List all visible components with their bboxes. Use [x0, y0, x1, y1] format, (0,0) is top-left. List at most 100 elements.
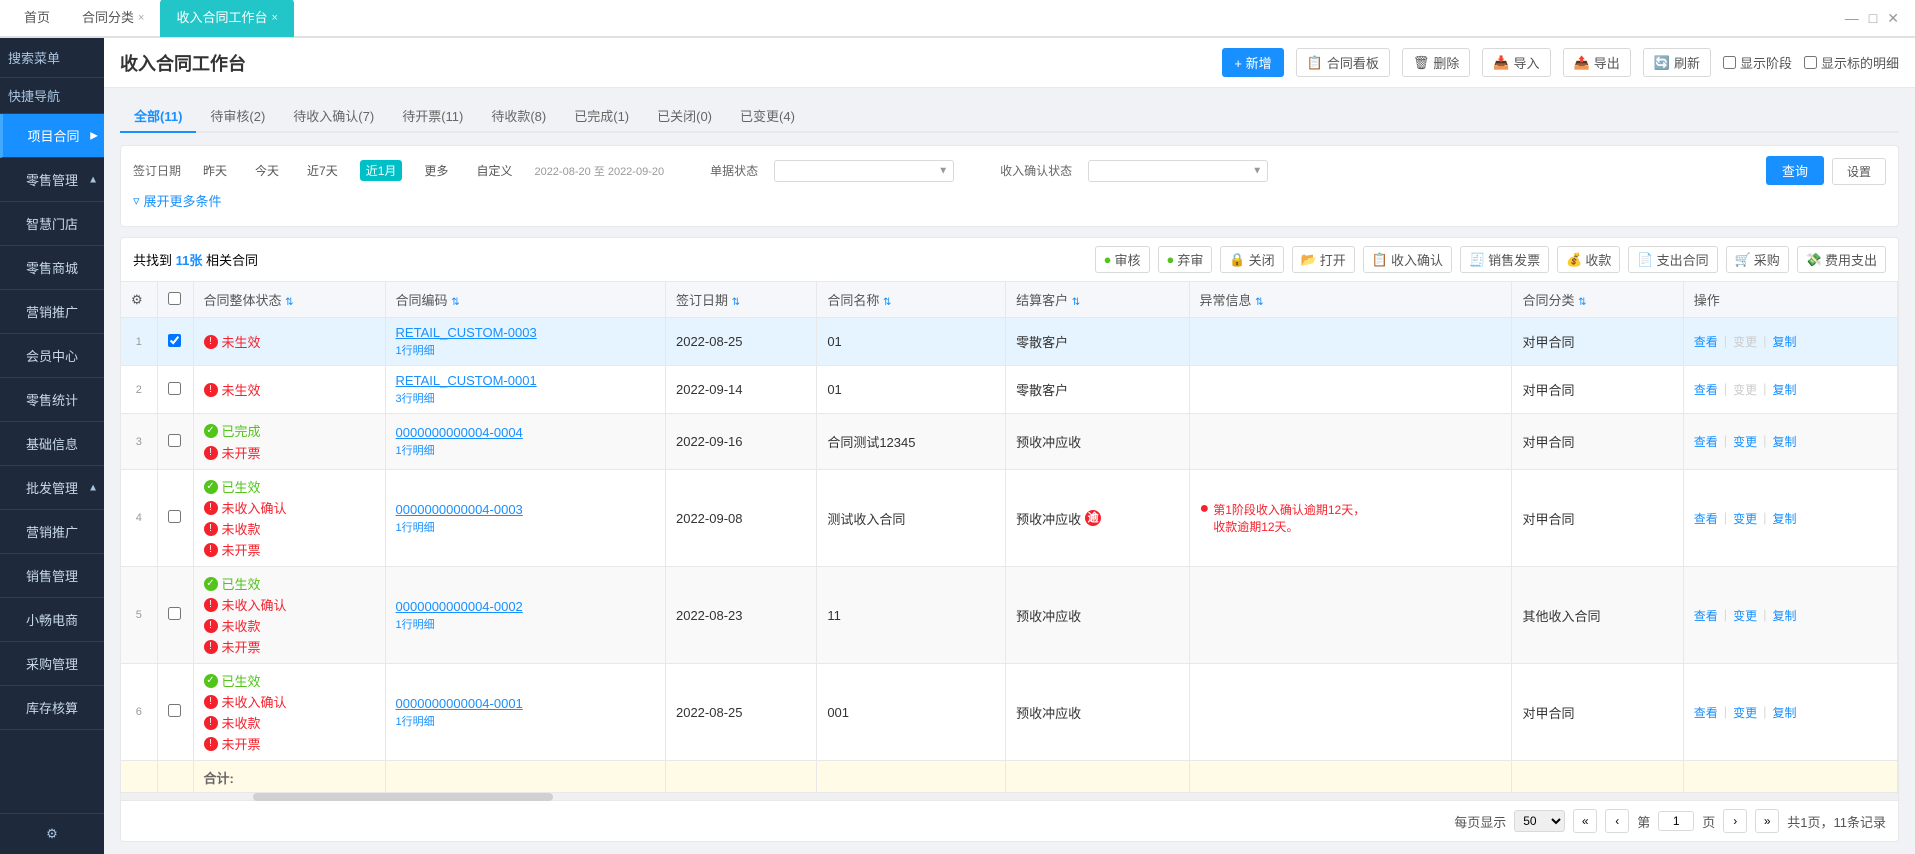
btn-export[interactable]: 📤 导出	[1563, 48, 1631, 77]
income-confirm-select[interactable]	[1088, 160, 1268, 182]
action-copy[interactable]: 复制	[1773, 607, 1797, 624]
date-btn-more[interactable]: 更多	[418, 160, 454, 181]
btn-refresh[interactable]: 🔄 刷新	[1643, 48, 1711, 77]
date-btn-today[interactable]: 今天	[249, 160, 285, 181]
action-change[interactable]: 变更	[1733, 607, 1757, 624]
sidebar-item-marketing2[interactable]: 营销推广	[0, 510, 104, 554]
action-view[interactable]: 查看	[1694, 433, 1718, 450]
date-btn-7days[interactable]: 近7天	[301, 160, 344, 181]
sidebar-item-inventory[interactable]: 库存核算	[0, 686, 104, 730]
contract-code-link[interactable]: RETAIL_CUSTOM-0003	[396, 325, 537, 340]
tbl-btn-review[interactable]: ● 审核	[1095, 246, 1150, 273]
sidebar-item-xiaochang[interactable]: 小畅电商	[0, 598, 104, 642]
doc-status-select[interactable]	[774, 160, 954, 182]
tab-close-category[interactable]: ×	[138, 0, 144, 37]
contract-code-link[interactable]: 0000000000004-0001	[396, 696, 523, 711]
date-btn-custom[interactable]: 自定义	[470, 160, 518, 181]
action-view[interactable]: 查看	[1694, 381, 1718, 398]
action-view[interactable]: 查看	[1694, 333, 1718, 350]
tab-pending-review[interactable]: 待审核(2)	[196, 100, 279, 133]
date-btn-yesterday[interactable]: 昨天	[197, 160, 233, 181]
sidebar-item-marketing1[interactable]: 营销推广	[0, 290, 104, 334]
sidebar-search[interactable]: 搜索菜单	[0, 38, 104, 78]
action-change[interactable]: 变更	[1733, 333, 1757, 350]
tbl-btn-purchase[interactable]: 🛒 采购	[1726, 246, 1789, 273]
code-sub[interactable]: 1行明细	[396, 442, 655, 458]
btn-contract-board[interactable]: 📋 合同看板	[1296, 48, 1390, 77]
action-view[interactable]: 查看	[1694, 704, 1718, 721]
select-all-checkbox[interactable]	[168, 292, 181, 305]
btn-add[interactable]: + 新增	[1222, 48, 1283, 77]
window-minimize[interactable]: —	[1845, 10, 1859, 27]
contract-code-link[interactable]: 0000000000004-0004	[396, 425, 523, 440]
sidebar-item-sales-mgmt[interactable]: 销售管理	[0, 554, 104, 598]
action-change[interactable]: 变更	[1733, 510, 1757, 527]
action-copy[interactable]: 复制	[1773, 433, 1797, 450]
action-view[interactable]: 查看	[1694, 607, 1718, 624]
tbl-btn-close[interactable]: 🔒 关闭	[1220, 246, 1283, 273]
code-sub[interactable]: 3行明细	[396, 390, 655, 406]
col-sign-date[interactable]: 签订日期 ⇅	[665, 282, 816, 318]
sidebar-item-retail-mall[interactable]: 零售商城	[0, 246, 104, 290]
tab-closed[interactable]: 已关闭(0)	[643, 100, 726, 133]
tab-home[interactable]: 首页	[8, 0, 66, 37]
tbl-btn-expense-contract[interactable]: 📄 支出合同	[1628, 246, 1717, 273]
btn-delete[interactable]: 🗑 删除	[1402, 48, 1471, 77]
col-overall-status[interactable]: 合同整体状态 ⇅	[193, 282, 385, 318]
tab-all[interactable]: 全部(11)	[120, 100, 196, 133]
col-error-info[interactable]: 异常信息 ⇅	[1189, 282, 1512, 318]
action-copy[interactable]: 复制	[1773, 381, 1797, 398]
action-change[interactable]: 变更	[1733, 704, 1757, 721]
tbl-btn-expense-out[interactable]: 💸 费用支出	[1797, 246, 1886, 273]
tab-pending-invoice[interactable]: 待开票(11)	[388, 100, 477, 133]
sidebar-item-member[interactable]: 会员中心	[0, 334, 104, 378]
checkbox-show-detail[interactable]: 显示标的明细	[1804, 53, 1899, 72]
tab-pending-income-confirm[interactable]: 待收入确认(7)	[279, 100, 388, 133]
sidebar-item-project-contract[interactable]: 项目合同 ▶	[0, 114, 104, 158]
tbl-btn-payment[interactable]: 💰 收款	[1557, 246, 1620, 273]
row-checkbox[interactable]	[168, 510, 181, 523]
page-first-btn[interactable]: «	[1573, 809, 1597, 833]
tab-income-workbench[interactable]: 收入合同工作台 ×	[160, 0, 293, 37]
sidebar-item-smart-store[interactable]: 智慧门店	[0, 202, 104, 246]
action-change[interactable]: 变更	[1733, 381, 1757, 398]
window-close[interactable]: ✕	[1887, 10, 1899, 27]
sidebar-item-wholesale-mgmt[interactable]: 批发管理 ▲	[0, 466, 104, 510]
page-next-btn[interactable]: ›	[1723, 809, 1747, 833]
page-last-btn[interactable]: »	[1755, 809, 1779, 833]
tbl-btn-open[interactable]: 📂 打开	[1292, 246, 1355, 273]
checkbox-show-stage[interactable]: 显示阶段	[1723, 53, 1792, 72]
sidebar-settings[interactable]: ⚙	[0, 813, 104, 854]
set-button[interactable]: 设置	[1832, 158, 1886, 185]
contract-code-link[interactable]: 0000000000004-0003	[396, 502, 523, 517]
code-sub[interactable]: 1行明细	[396, 616, 655, 632]
window-maximize[interactable]: □	[1869, 10, 1877, 27]
btn-import[interactable]: 📥 导入	[1482, 48, 1550, 77]
page-input[interactable]	[1658, 811, 1694, 831]
row-checkbox[interactable]	[168, 334, 181, 347]
col-category[interactable]: 合同分类 ⇅	[1512, 282, 1683, 318]
date-btn-1month[interactable]: 近1月	[360, 160, 403, 181]
sidebar-item-basic-info[interactable]: 基础信息	[0, 422, 104, 466]
contract-code-link[interactable]: 0000000000004-0002	[396, 599, 523, 614]
code-sub[interactable]: 1行明细	[396, 713, 655, 729]
code-sub[interactable]: 1行明细	[396, 342, 655, 358]
page-prev-btn[interactable]: ‹	[1605, 809, 1629, 833]
col-contract-code[interactable]: 合同编码 ⇅	[385, 282, 665, 318]
row-checkbox[interactable]	[168, 382, 181, 395]
tbl-btn-sales-invoice[interactable]: 🧾 销售发票	[1460, 246, 1549, 273]
action-view[interactable]: 查看	[1694, 510, 1718, 527]
col-customer[interactable]: 结算客户 ⇅	[1006, 282, 1189, 318]
row-checkbox[interactable]	[168, 704, 181, 717]
tab-pending-payment[interactable]: 待收款(8)	[477, 100, 560, 133]
tab-close-workbench[interactable]: ×	[271, 0, 277, 37]
sidebar-item-retail-stats[interactable]: 零售统计	[0, 378, 104, 422]
action-copy[interactable]: 复制	[1773, 510, 1797, 527]
tab-changed[interactable]: 已变更(4)	[726, 100, 809, 133]
tab-contract-category[interactable]: 合同分类 ×	[66, 0, 160, 37]
row-checkbox[interactable]	[168, 434, 181, 447]
action-copy[interactable]: 复制	[1773, 333, 1797, 350]
contract-code-link[interactable]: RETAIL_CUSTOM-0001	[396, 373, 537, 388]
action-copy[interactable]: 复制	[1773, 704, 1797, 721]
expand-more-btn[interactable]: ▿ 展开更多条件	[133, 191, 222, 210]
